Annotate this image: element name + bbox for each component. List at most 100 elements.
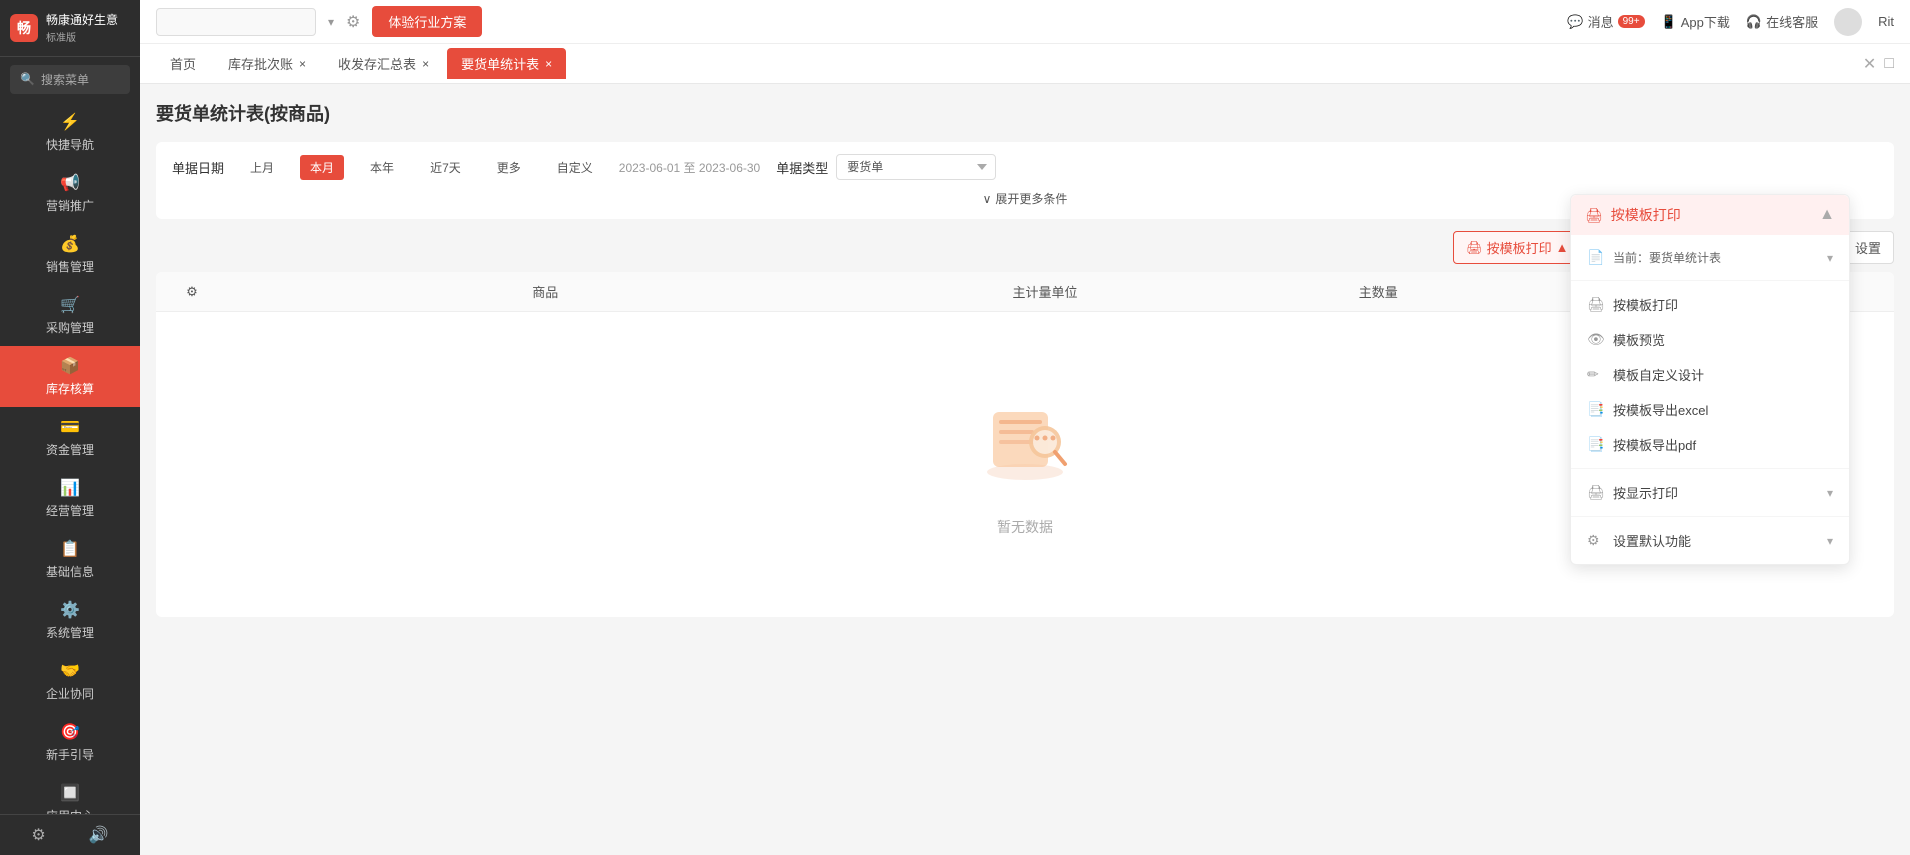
filter-type: 单据类型 要货单 xyxy=(776,154,996,180)
display-print-item[interactable]: 🖨 按显示打印 ▾ xyxy=(1571,475,1849,510)
search-icon: 🔍 xyxy=(20,72,35,86)
nav-label-system: 系统管理 xyxy=(46,624,94,641)
settings-icon[interactable]: ⚙ xyxy=(31,825,45,845)
print-dropdown: 🖨 按模板打印 ▲ 📄 当前：要货单统计表 ▾ 🖨 按模板打印 xyxy=(1570,194,1850,565)
sidebar-item-operation[interactable]: 📊经营管理 xyxy=(0,468,140,529)
date-this-month-btn[interactable]: 本月 xyxy=(300,155,344,180)
column-settings-icon[interactable]: ⚙ xyxy=(186,284,198,299)
tab-home[interactable]: 首页 xyxy=(156,48,210,79)
tab-collect-send[interactable]: 收发存汇总表 × xyxy=(324,48,443,79)
display-print-left: 🖨 按显示打印 xyxy=(1587,483,1678,502)
date-custom-btn[interactable]: 自定义 xyxy=(547,155,603,180)
tab-expand-btn[interactable]: □ xyxy=(1884,55,1894,73)
content-area: 要货单统计表(按商品) 单据日期 上月 本月 本年 近7天 更多 自定义 202… xyxy=(140,84,1910,855)
topbar-gear-icon[interactable]: ⚙ xyxy=(346,12,360,32)
nav-label-operation: 经营管理 xyxy=(46,502,94,519)
sidebar-item-app-center[interactable]: 🔲应用中心 xyxy=(0,773,140,814)
print-display-section: 🖨 按显示打印 ▾ xyxy=(1571,469,1849,517)
tab-home-label: 首页 xyxy=(170,54,196,73)
sidebar-item-basic[interactable]: 📋基础信息 xyxy=(0,529,140,590)
sidebar-item-inventory[interactable]: 📦库存核算 xyxy=(0,346,140,407)
nav-icon-marketing: 📢 xyxy=(60,173,80,193)
messages-item[interactable]: 💬 消息 99+ xyxy=(1567,12,1644,31)
sidebar-footer: ⚙ 🔊 xyxy=(0,814,140,855)
tab-close-btn[interactable]: ✕ xyxy=(1863,54,1876,74)
print-default-section: ⚙ 设置默认功能 ▾ xyxy=(1571,517,1849,564)
page-title: 要货单统计表(按商品) xyxy=(156,100,1894,126)
tab-collect-send-close[interactable]: × xyxy=(422,57,429,71)
date-last-month-btn[interactable]: 上月 xyxy=(240,155,284,180)
nav-icon-quick-nav: ⚡ xyxy=(60,112,80,132)
topbar-dropdown-icon[interactable]: ▾ xyxy=(328,15,334,29)
nav-icon-app-center: 🔲 xyxy=(60,783,80,803)
search-label: 搜索菜单 xyxy=(41,71,89,88)
sidebar-item-finance[interactable]: 💳资金管理 xyxy=(0,407,140,468)
sidebar-item-sales[interactable]: 💰销售管理 xyxy=(0,224,140,285)
print-dropdown-close-icon[interactable]: ▲ xyxy=(1819,206,1835,224)
expand-icon: ∨ xyxy=(983,192,992,206)
tabs-actions: ✕ □ xyxy=(1863,54,1894,74)
sidebar-item-cooperation[interactable]: 🤝企业协同 xyxy=(0,651,140,712)
logo-text-block: 畅康通好生意 标准版 xyxy=(46,12,118,44)
topbar: ▾ ⚙ 体验行业方案 💬 消息 99+ 📱 App下载 🎧 在线客服 Rit xyxy=(140,0,1910,44)
sidebar-item-quick-nav[interactable]: ⚡快捷导航 xyxy=(0,102,140,163)
display-expand-icon: ▾ xyxy=(1827,486,1833,500)
print-dropdown-title: 🖨 按模板打印 xyxy=(1585,205,1681,225)
app-download-item[interactable]: 📱 App下载 xyxy=(1661,12,1730,31)
empty-icon xyxy=(975,392,1075,501)
nav-label-finance: 资金管理 xyxy=(46,441,94,458)
nav-label-inventory: 库存核算 xyxy=(46,380,94,397)
print-label: 按模板打印 xyxy=(1487,238,1552,257)
print-current-icon: 📄 xyxy=(1587,249,1603,266)
th-quantity: 主数量 xyxy=(1212,282,1545,301)
print-template-btn[interactable]: 🖨 按模板打印 ▲ xyxy=(1453,231,1581,264)
topbar-right: 💬 消息 99+ 📱 App下载 🎧 在线客服 Rit xyxy=(1567,8,1894,36)
avatar[interactable] xyxy=(1834,8,1862,36)
tab-inventory-batch-close[interactable]: × xyxy=(299,57,306,71)
sidebar-item-system[interactable]: ⚙️系统管理 xyxy=(0,590,140,651)
nav-label-basic: 基础信息 xyxy=(46,563,94,580)
sidebar-item-guide[interactable]: 🎯新手引导 xyxy=(0,712,140,773)
nav-icon-guide: 🎯 xyxy=(60,722,80,742)
printer-icon: 🖨 xyxy=(1466,240,1483,256)
print-export-pdf-item[interactable]: 📑 按模板导出pdf xyxy=(1571,427,1849,462)
sidebar-search-button[interactable]: 🔍 搜索菜单 xyxy=(10,65,130,94)
export-pdf-icon: 📑 xyxy=(1587,436,1603,453)
template-print-label: 按模板打印 xyxy=(1613,295,1678,314)
print-title-text: 按模板打印 xyxy=(1611,205,1681,225)
tabs-bar: 首页 库存批次账 × 收发存汇总表 × 要货单统计表 × ✕ □ xyxy=(140,44,1910,84)
default-feature-item[interactable]: ⚙ 设置默认功能 ▾ xyxy=(1571,523,1849,558)
print-template-print-item[interactable]: 🖨 按模板打印 xyxy=(1571,287,1849,322)
tab-order-stats-close[interactable]: × xyxy=(545,57,552,71)
print-template-design-item[interactable]: ✏ 模板自定义设计 xyxy=(1571,357,1849,392)
tab-inventory-batch[interactable]: 库存批次账 × xyxy=(214,48,320,79)
messages-badge: 99+ xyxy=(1618,15,1645,28)
online-service-label: 在线客服 xyxy=(1766,12,1818,31)
nav-label-marketing: 营销推广 xyxy=(46,197,94,214)
sidebar-item-marketing[interactable]: 📢 营销推广 xyxy=(0,163,140,224)
print-current-item[interactable]: 📄 当前：要货单统计表 ▾ xyxy=(1571,241,1849,274)
date-this-year-btn[interactable]: 本年 xyxy=(360,155,404,180)
volume-icon[interactable]: 🔊 xyxy=(89,825,109,845)
tab-order-stats[interactable]: 要货单统计表 × xyxy=(447,48,566,79)
app-download-label: App下载 xyxy=(1681,12,1730,31)
print-export-excel-item[interactable]: 📑 按模板导出excel xyxy=(1571,392,1849,427)
sidebar: 畅 畅康通好生意 标准版 🔍 搜索菜单 ⚡快捷导航 📢 营销推广 💰销售管理🛒采购管理… xyxy=(0,0,140,855)
print-current-label: 当前：要货单统计表 xyxy=(1613,249,1721,266)
default-feature-label: 设置默认功能 xyxy=(1613,531,1691,550)
nav-label-cooperation: 企业协同 xyxy=(46,685,94,702)
expand-conditions-btn[interactable]: ∨ 展开更多条件 xyxy=(983,190,1068,207)
trial-button[interactable]: 体验行业方案 xyxy=(372,6,482,37)
online-service-item[interactable]: 🎧 在线客服 xyxy=(1746,12,1818,31)
logo-icon: 畅 xyxy=(10,14,38,42)
date-7days-btn[interactable]: 近7天 xyxy=(420,155,471,180)
messages-label: 消息 xyxy=(1588,12,1614,31)
sidebar-item-purchase[interactable]: 🛒采购管理 xyxy=(0,285,140,346)
print-template-preview-item[interactable]: 👁 模板预览 xyxy=(1571,322,1849,357)
type-filter-select[interactable]: 要货单 xyxy=(836,154,996,180)
date-more-btn[interactable]: 更多 xyxy=(487,155,531,180)
empty-text: 暂无数据 xyxy=(997,517,1053,537)
topbar-search-input[interactable] xyxy=(156,8,316,36)
template-design-label: 模板自定义设计 xyxy=(1613,365,1704,384)
print-actions-section: 🖨 按模板打印 👁 模板预览 ✏ 模板自定义设计 📑 按模板导出excel 📑 xyxy=(1571,281,1849,469)
